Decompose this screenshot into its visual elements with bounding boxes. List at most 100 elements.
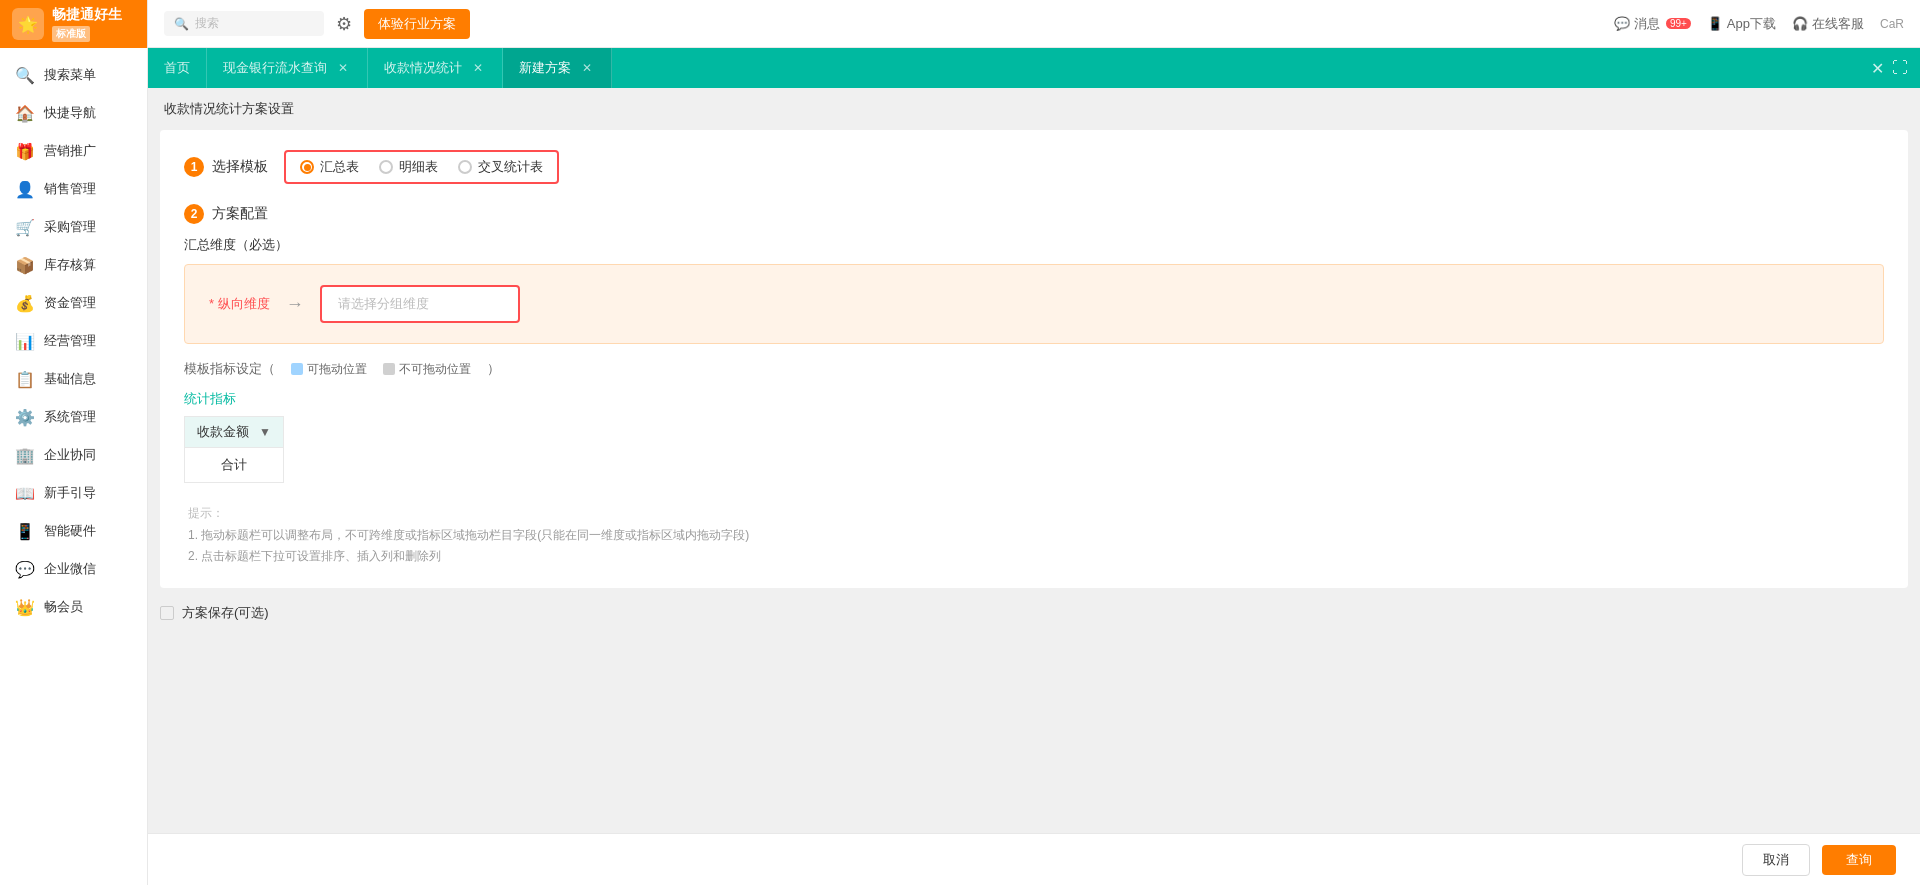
- search-box[interactable]: 🔍 搜索: [164, 11, 324, 36]
- step1-label: 选择模板: [212, 158, 268, 176]
- step2-num: 2: [184, 204, 204, 224]
- service-icon: 🎧: [1792, 16, 1808, 31]
- sidebar-item-quick-nav[interactable]: 🏠 快捷导航: [0, 94, 147, 132]
- topbar-actions: 💬 消息 99+ 📱 App下载 🎧 在线客服 CaR: [1614, 15, 1904, 33]
- col-dropdown-arrow[interactable]: ▼: [259, 425, 271, 439]
- sidebar-item-label: 系统管理: [44, 408, 96, 426]
- tab-collection-stat[interactable]: 收款情况统计 ✕: [368, 48, 503, 88]
- enterprise-coop-icon: 🏢: [16, 446, 34, 464]
- notification-action[interactable]: 💬 消息 99+: [1614, 15, 1691, 33]
- logo-icon: 🌟: [12, 8, 44, 40]
- sidebar-item-beginner-guide[interactable]: 📖 新手引导: [0, 474, 147, 512]
- download-icon: 📱: [1707, 16, 1723, 31]
- sidebar-logo: 🌟 畅捷通好生 标准版: [0, 0, 147, 48]
- online-service-action[interactable]: 🎧 在线客服: [1792, 15, 1864, 33]
- radio-summary[interactable]: 汇总表: [300, 158, 359, 176]
- settings-icon[interactable]: ⚙: [332, 9, 356, 39]
- sidebar-item-label: 采购管理: [44, 218, 96, 236]
- tab-new-plan[interactable]: 新建方案 ✕: [503, 48, 612, 88]
- metrics-table: 收款金额 ▼ 合计: [184, 416, 1884, 483]
- user-name: CaR: [1880, 17, 1904, 31]
- sidebar-item-smart-hardware[interactable]: 📱 智能硬件: [0, 512, 147, 550]
- enterprise-wechat-icon: 💬: [16, 560, 34, 578]
- logo-badge: 标准版: [52, 26, 90, 42]
- radio-detail[interactable]: 明细表: [379, 158, 438, 176]
- quick-nav-icon: 🏠: [16, 104, 34, 122]
- radio-detail-circle: [379, 160, 393, 174]
- dimension-title-text: 汇总维度（必选）: [184, 237, 288, 252]
- app-download-action[interactable]: 📱 App下载: [1707, 15, 1776, 33]
- logo-text: 畅捷通好生: [52, 6, 122, 24]
- tab-bank-flow-close[interactable]: ✕: [335, 60, 351, 76]
- step1-num: 1: [184, 157, 204, 177]
- sidebar-item-basic-info[interactable]: 📋 基础信息: [0, 360, 147, 398]
- tab-home[interactable]: 首页: [148, 48, 207, 88]
- metrics-title-close: ）: [487, 360, 500, 378]
- fixed-label: 不可拖动位置: [399, 361, 471, 378]
- tab-collection-stat-close[interactable]: ✕: [470, 60, 486, 76]
- sidebar-item-label: 搜索菜单: [44, 66, 96, 84]
- notification-label: 消息: [1634, 15, 1660, 33]
- marketing-icon: 🎁: [16, 142, 34, 160]
- maximize-window-icon[interactable]: ⛶: [1892, 59, 1908, 77]
- draggable-tag: 可拖动位置: [291, 361, 367, 378]
- purchase-icon: 🛒: [16, 218, 34, 236]
- basic-info-icon: 📋: [16, 370, 34, 388]
- capital-icon: 💰: [16, 294, 34, 312]
- sidebar-item-capital[interactable]: 💰 资金管理: [0, 284, 147, 322]
- sidebar-item-enterprise-coop[interactable]: 🏢 企业协同: [0, 436, 147, 474]
- sidebar-item-label: 企业微信: [44, 560, 96, 578]
- col-header-label: 收款金额: [197, 423, 249, 441]
- arrow-icon: →: [286, 294, 304, 315]
- sidebar-item-label: 营销推广: [44, 142, 96, 160]
- plan-config-card: 1 选择模板 汇总表 明细表 交叉统计表: [160, 130, 1908, 588]
- query-button[interactable]: 查询: [1822, 845, 1896, 875]
- close-window-icon[interactable]: ✕: [1871, 59, 1884, 78]
- fixed-dot: [383, 363, 395, 375]
- sidebar-item-purchase[interactable]: 🛒 采购管理: [0, 208, 147, 246]
- metrics-section-label: 统计指标: [184, 390, 1884, 408]
- sidebar: 🌟 畅捷通好生 标准版 🔍 搜索菜单 🏠 快捷导航 🎁 营销推广 👤 销售管理 …: [0, 0, 148, 885]
- main-area: 🔍 搜索 ⚙ 体验行业方案 💬 消息 99+ 📱 App下载 🎧 在线客服 Ca…: [148, 0, 1920, 885]
- sidebar-item-inventory[interactable]: 📦 库存核算: [0, 246, 147, 284]
- sidebar-item-label: 新手引导: [44, 484, 96, 502]
- radio-cross-circle: [458, 160, 472, 174]
- draggable-label: 可拖动位置: [307, 361, 367, 378]
- step2-label: 方案配置: [212, 205, 268, 223]
- page-title: 收款情况统计方案设置: [160, 100, 1908, 118]
- radio-cross-label: 交叉统计表: [478, 158, 543, 176]
- save-checkbox[interactable]: [160, 606, 174, 620]
- dimension-select[interactable]: 请选择分组维度: [320, 285, 520, 323]
- sidebar-item-enterprise-wechat[interactable]: 💬 企业微信: [0, 550, 147, 588]
- trial-industry-button[interactable]: 体验行业方案: [364, 9, 470, 39]
- metrics-header: 模板指标设定（ 可拖动位置 不可拖动位置 ）: [184, 360, 1884, 378]
- content-area: 收款情况统计方案设置 1 选择模板 汇总表 明细表: [148, 88, 1920, 833]
- tab-new-plan-close[interactable]: ✕: [579, 60, 595, 76]
- draggable-dot: [291, 363, 303, 375]
- sidebar-item-label: 经营管理: [44, 332, 96, 350]
- topbar: 🔍 搜索 ⚙ 体验行业方案 💬 消息 99+ 📱 App下载 🎧 在线客服 Ca…: [148, 0, 1920, 48]
- sidebar-item-label: 畅会员: [44, 598, 83, 616]
- sidebar-item-label: 企业协同: [44, 446, 96, 464]
- sidebar-item-system[interactable]: ⚙️ 系统管理: [0, 398, 147, 436]
- sidebar-item-vip[interactable]: 👑 畅会员: [0, 588, 147, 626]
- sidebar-item-sales[interactable]: 👤 销售管理: [0, 170, 147, 208]
- radio-summary-circle: [300, 160, 314, 174]
- sidebar-item-label: 快捷导航: [44, 104, 96, 122]
- radio-cross[interactable]: 交叉统计表: [458, 158, 543, 176]
- tab-bank-flow[interactable]: 现金银行流水查询 ✕: [207, 48, 368, 88]
- save-label: 方案保存(可选): [182, 604, 269, 622]
- sidebar-item-marketing[interactable]: 🎁 营销推广: [0, 132, 147, 170]
- notification-badge: 99+: [1666, 18, 1691, 29]
- cancel-button[interactable]: 取消: [1742, 844, 1810, 876]
- vertical-dimension-label: * 纵向维度: [209, 295, 270, 313]
- metrics-col-payment: 收款金额 ▼ 合计: [184, 416, 284, 483]
- sidebar-item-search-menu[interactable]: 🔍 搜索菜单: [0, 56, 147, 94]
- metrics-section: 模板指标设定（ 可拖动位置 不可拖动位置 ） 统计指标 收款金额: [184, 360, 1884, 483]
- tab-spacer: [612, 48, 1859, 88]
- radio-detail-label: 明细表: [399, 158, 438, 176]
- sidebar-item-operations[interactable]: 📊 经营管理: [0, 322, 147, 360]
- sidebar-item-label: 销售管理: [44, 180, 96, 198]
- tab-new-plan-label: 新建方案: [519, 59, 571, 77]
- template-radio-group: 汇总表 明细表 交叉统计表: [284, 150, 559, 184]
